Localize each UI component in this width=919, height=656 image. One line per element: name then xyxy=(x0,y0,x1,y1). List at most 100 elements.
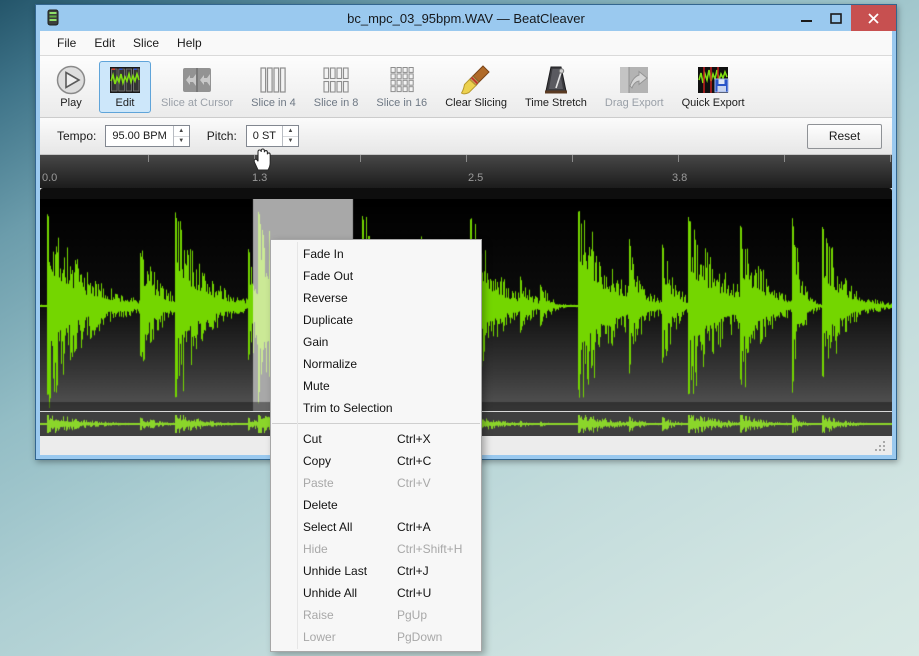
menu-item-label: Reverse xyxy=(303,291,348,305)
menu-item-label: Unhide All xyxy=(303,586,357,600)
context-menu-item-delete[interactable]: Delete xyxy=(271,494,481,516)
context-menu-item-paste: PasteCtrl+V xyxy=(271,472,481,494)
slice-in-8-button[interactable]: Slice in 8 xyxy=(306,61,367,113)
menu-item-label: Hide xyxy=(303,542,328,556)
drag-export-button: Drag Export xyxy=(597,61,672,113)
ruler-label: 3.8 xyxy=(672,172,687,184)
menu-separator xyxy=(272,423,480,424)
menu-item-label: Normalize xyxy=(303,357,357,371)
menu-item-label: Raise xyxy=(303,608,334,622)
context-menu-item-lower: Lower PgDown xyxy=(271,626,481,648)
slice-in-16-icon xyxy=(384,64,420,96)
menu-item-label: Cut xyxy=(303,432,322,446)
menu-item-label: Copy xyxy=(303,454,331,468)
ruler-tick xyxy=(572,155,573,162)
menu-item-shortcut: Ctrl+C xyxy=(397,454,431,468)
close-icon xyxy=(868,13,879,24)
toolbar-button-label: Slice at Cursor xyxy=(161,97,233,109)
context-menu-item-reverse[interactable]: Reverse xyxy=(271,287,481,309)
time-stretch-icon xyxy=(538,64,574,96)
menu-item-label: Select All xyxy=(303,520,352,534)
maximize-icon xyxy=(830,13,842,24)
quick-export-button[interactable]: Quick Export xyxy=(674,61,753,113)
slice-in-16-button[interactable]: Slice in 16 xyxy=(368,61,435,113)
menu-item-label: Fade Out xyxy=(303,269,353,283)
menu-item-shortcut: Ctrl+J xyxy=(397,564,429,578)
ruler-tick xyxy=(784,155,785,162)
resize-grip-icon[interactable] xyxy=(875,441,888,454)
toolbar-button-label: Play xyxy=(60,97,81,109)
play-icon xyxy=(53,64,89,96)
menu-item-shortcut: Ctrl+V xyxy=(397,476,431,490)
context-menu-item-duplicate[interactable]: Duplicate xyxy=(271,309,481,331)
ruler-tick xyxy=(890,155,891,162)
ruler-label: 1.3 xyxy=(252,172,267,184)
pitch-spinner-arrows[interactable]: ▲▼ xyxy=(282,126,298,146)
tempo-spinbox[interactable]: 95.00 BPM ▲▼ xyxy=(105,125,189,147)
tempo-value: 95.00 BPM xyxy=(106,126,172,146)
toolbar-button-label: Slice in 16 xyxy=(376,97,427,109)
edit-button[interactable]: Edit xyxy=(99,61,151,113)
desktop: { "window": { "title": "bc_mpc_03_95bpm.… xyxy=(0,0,919,656)
menu-item-label: Mute xyxy=(303,379,330,393)
toolbar-button-label: Slice in 4 xyxy=(251,97,296,109)
context-menu-item-fade-out[interactable]: Fade Out xyxy=(271,265,481,287)
toolbar-button-label: Edit xyxy=(116,97,135,109)
context-menu-item-trim-to-selection[interactable]: Trim to Selection xyxy=(271,397,481,419)
context-menu-item-normalize[interactable]: Normalize xyxy=(271,353,481,375)
time-stretch-button[interactable]: Time Stretch xyxy=(517,61,595,113)
menubar-item-help[interactable]: Help xyxy=(168,33,211,53)
ruler-tick xyxy=(148,155,149,162)
context-menu-item-unhide-last[interactable]: Unhide LastCtrl+J xyxy=(271,560,481,582)
slice-at-cursor-icon xyxy=(179,64,215,96)
context-menu-item-select-all[interactable]: Select All Ctrl+A xyxy=(271,516,481,538)
clear-slicing-icon xyxy=(458,64,494,96)
menu-item-label: Delete xyxy=(303,498,338,512)
toolbar: Play Edit Slice at Cursor Slice in 4 Slice i… xyxy=(40,56,892,118)
slice-in-8-icon xyxy=(318,64,354,96)
menubar-item-slice[interactable]: Slice xyxy=(124,33,168,53)
menu-item-shortcut: PgUp xyxy=(397,608,427,622)
menubar-item-file[interactable]: File xyxy=(48,33,85,53)
clear-slicing-button[interactable]: Clear Slicing xyxy=(437,61,515,113)
menu-bar: FileEditSliceHelp xyxy=(40,31,892,56)
context-menu-item-unhide-all[interactable]: Unhide AllCtrl+U xyxy=(271,582,481,604)
ruler-label: 0.0 xyxy=(42,172,57,184)
ruler-label: 2.5 xyxy=(468,172,483,184)
context-menu-item-gain[interactable]: Gain xyxy=(271,331,481,353)
timeline-ruler[interactable]: 0.0 1.3 2.5 3.8 xyxy=(40,155,892,188)
reset-button[interactable]: Reset xyxy=(807,124,882,149)
toolbar-button-label: Drag Export xyxy=(605,97,664,109)
menu-item-shortcut: PgDown xyxy=(397,630,442,644)
context-menu-item-copy[interactable]: Copy Ctrl+C xyxy=(271,450,481,472)
menubar-item-edit[interactable]: Edit xyxy=(85,33,124,53)
context-menu-item-mute[interactable]: Mute xyxy=(271,375,481,397)
close-button[interactable] xyxy=(851,5,896,31)
minimize-button[interactable] xyxy=(791,5,821,31)
context-menu: Fade In Fade Out Reverse DuplicateGain Norma… xyxy=(270,239,482,652)
title-bar[interactable]: bc_mpc_03_95bpm.WAV — BeatCleaver xyxy=(36,5,896,31)
toolbar-button-label: Time Stretch xyxy=(525,97,587,109)
pitch-value: 0 ST xyxy=(247,126,282,146)
play-button[interactable]: Play xyxy=(45,61,97,113)
edit-icon xyxy=(107,64,143,96)
maximize-button[interactable] xyxy=(821,5,851,31)
menu-item-shortcut: Ctrl+A xyxy=(397,520,431,534)
slice-in-4-icon xyxy=(255,64,291,96)
tempo-label: Tempo: xyxy=(57,129,96,143)
context-menu-item-hide: Hide Ctrl+Shift+H xyxy=(271,538,481,560)
pitch-spinbox[interactable]: 0 ST ▲▼ xyxy=(246,125,299,147)
menu-item-label: Trim to Selection xyxy=(303,401,393,415)
tempo-spinner-arrows[interactable]: ▲▼ xyxy=(173,126,189,146)
quick-export-icon xyxy=(695,64,731,96)
menu-item-label: Lower xyxy=(303,630,336,644)
ruler-tick xyxy=(466,155,467,162)
slice-in-4-button[interactable]: Slice in 4 xyxy=(243,61,304,113)
minimize-icon xyxy=(801,13,812,23)
menu-item-shortcut: Ctrl+Shift+H xyxy=(397,542,462,556)
ruler-tick xyxy=(678,155,679,162)
context-menu-item-cut[interactable]: CutCtrl+X xyxy=(271,428,481,450)
menu-item-label: Fade In xyxy=(303,247,344,261)
context-menu-item-fade-in[interactable]: Fade In xyxy=(271,243,481,265)
toolbar-button-label: Quick Export xyxy=(682,97,745,109)
